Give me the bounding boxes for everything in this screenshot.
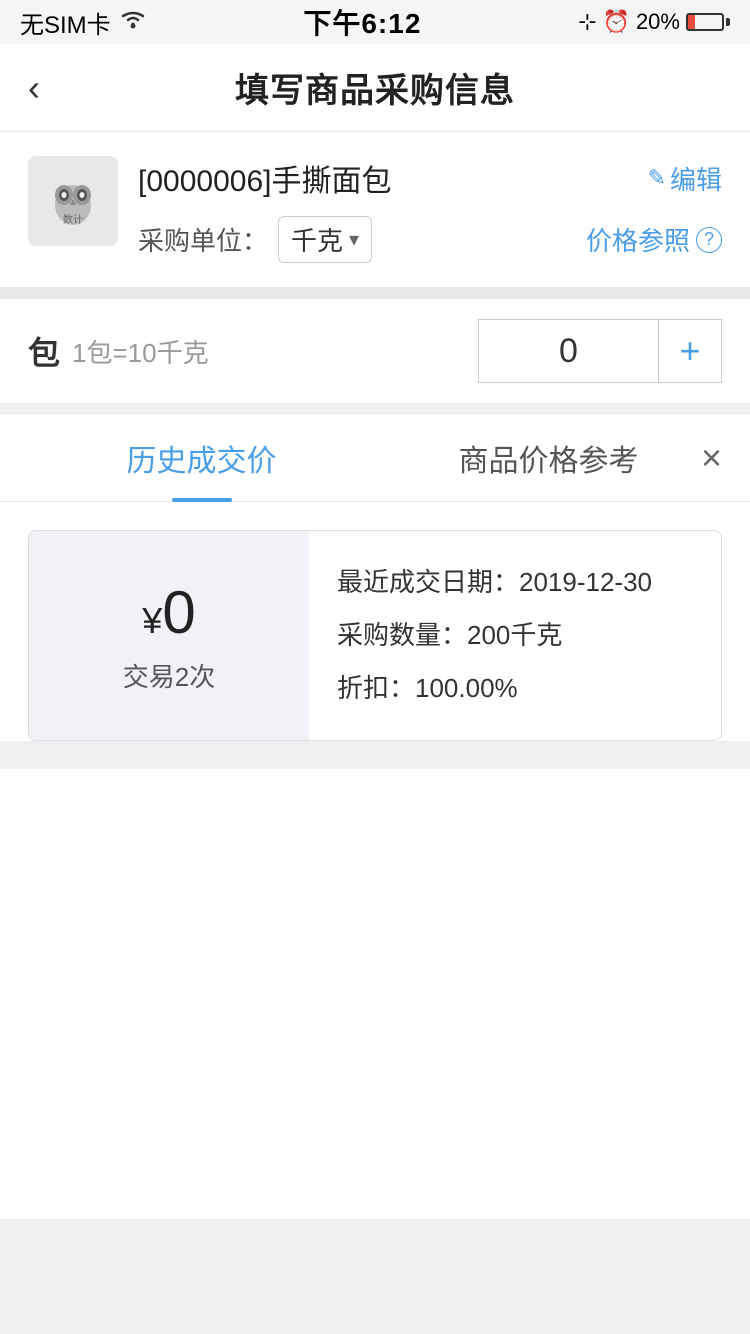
quantity-control: 0 + xyxy=(478,319,722,383)
tab-active-indicator xyxy=(172,498,232,502)
pkg-ratio-text: 1包=10千克 xyxy=(72,333,209,370)
back-button[interactable]: ‹ xyxy=(28,67,40,109)
price-card-left: ¥0 交易2次 xyxy=(29,531,309,740)
price-amount: ¥0 xyxy=(142,578,195,647)
purchase-unit-left: 采购单位： 千克 ▾ xyxy=(138,216,372,263)
tab-history-label: 历史成交价 xyxy=(127,436,277,480)
price-value: 0 xyxy=(162,579,195,646)
discount-value: 100.00% xyxy=(415,673,518,703)
wifi-icon xyxy=(119,8,147,37)
last-trade-date-row: 最近成交日期：2019-12-30 xyxy=(337,563,693,602)
quantity-left: 包 1包=10千克 xyxy=(28,328,209,374)
edit-icon: ✎ xyxy=(648,165,666,191)
purchase-qty-row: 采购数量：200千克 xyxy=(337,616,693,655)
location-icon: ⊹ xyxy=(578,9,596,35)
last-trade-date-label: 最近成交日期： xyxy=(337,567,519,597)
discount-row: 折扣：100.00% xyxy=(337,669,693,708)
discount-label: 折扣： xyxy=(337,673,415,703)
section-divider xyxy=(0,287,750,299)
status-bar: 无SIM卡 下午6:12 ⊹ ⏰ 20% xyxy=(0,0,750,44)
quantity-row: 包 1包=10千克 0 + xyxy=(0,299,750,403)
content-area xyxy=(0,769,750,1219)
edit-button[interactable]: ✎ 编辑 xyxy=(648,160,722,197)
price-ref-label: 价格参照 xyxy=(586,221,690,258)
price-card-right: 最近成交日期：2019-12-30 采购数量：200千克 折扣：100.00% xyxy=(309,531,721,740)
price-currency: ¥ xyxy=(142,600,162,641)
product-image: 数计 xyxy=(28,156,118,246)
unit-selector[interactable]: 千克 ▾ xyxy=(278,216,372,263)
price-ref-button[interactable]: 价格参照 ? xyxy=(586,221,722,258)
unit-value: 千克 xyxy=(291,221,343,258)
status-left: 无SIM卡 xyxy=(20,5,147,40)
product-id: [0000006] xyxy=(138,165,271,198)
status-time: 下午6:12 xyxy=(303,2,421,42)
edit-label: 编辑 xyxy=(670,160,722,197)
product-title: 手撕面包 xyxy=(271,165,391,198)
quantity-value: 0 xyxy=(559,332,578,371)
price-ref-info-icon: ? xyxy=(696,227,722,253)
tab-price-ref-label: 商品价格参考 xyxy=(459,436,639,480)
tabs-row: 历史成交价 商品价格参考 × xyxy=(0,414,750,502)
status-right: ⊹ ⏰ 20% xyxy=(578,9,730,35)
close-panel-button[interactable]: × xyxy=(701,437,722,479)
package-icon: 包 xyxy=(28,328,60,374)
purchase-qty-label: 采购数量： xyxy=(337,620,467,650)
chevron-down-icon: ▾ xyxy=(349,227,359,252)
product-name: [0000006]手撕面包 xyxy=(138,156,391,200)
alarm-icon: ⏰ xyxy=(603,9,630,35)
product-info: [0000006]手撕面包 ✎ 编辑 采购单位： 千克 ▾ 价格参照 ? xyxy=(138,156,722,263)
svg-text:数计: 数计 xyxy=(63,213,83,226)
bottom-panel: 历史成交价 商品价格参考 × ¥0 交易2次 最近成交日期：2019-12-30… xyxy=(0,413,750,741)
carrier-text: 无SIM卡 xyxy=(20,5,111,40)
trade-count: 交易2次 xyxy=(123,657,215,694)
purchase-qty-value: 200千克 xyxy=(467,620,562,650)
tab-price-reference[interactable]: 商品价格参考 xyxy=(375,414,722,502)
battery-percent: 20% xyxy=(636,9,680,35)
price-card: ¥0 交易2次 最近成交日期：2019-12-30 采购数量：200千克 折扣：… xyxy=(28,530,722,741)
unit-label: 采购单位： xyxy=(138,221,268,258)
last-trade-date-value: 2019-12-30 xyxy=(519,567,652,597)
product-card: 数计 [0000006]手撕面包 ✎ 编辑 采购单位： 千克 ▾ xyxy=(0,132,750,287)
tab-history-price[interactable]: 历史成交价 xyxy=(28,414,375,502)
nav-bar: ‹ 填写商品采购信息 xyxy=(0,44,750,132)
battery-icon xyxy=(686,13,730,31)
quantity-plus-button[interactable]: + xyxy=(658,319,722,383)
page-title: 填写商品采购信息 xyxy=(235,63,515,112)
quantity-input[interactable]: 0 xyxy=(478,319,658,383)
